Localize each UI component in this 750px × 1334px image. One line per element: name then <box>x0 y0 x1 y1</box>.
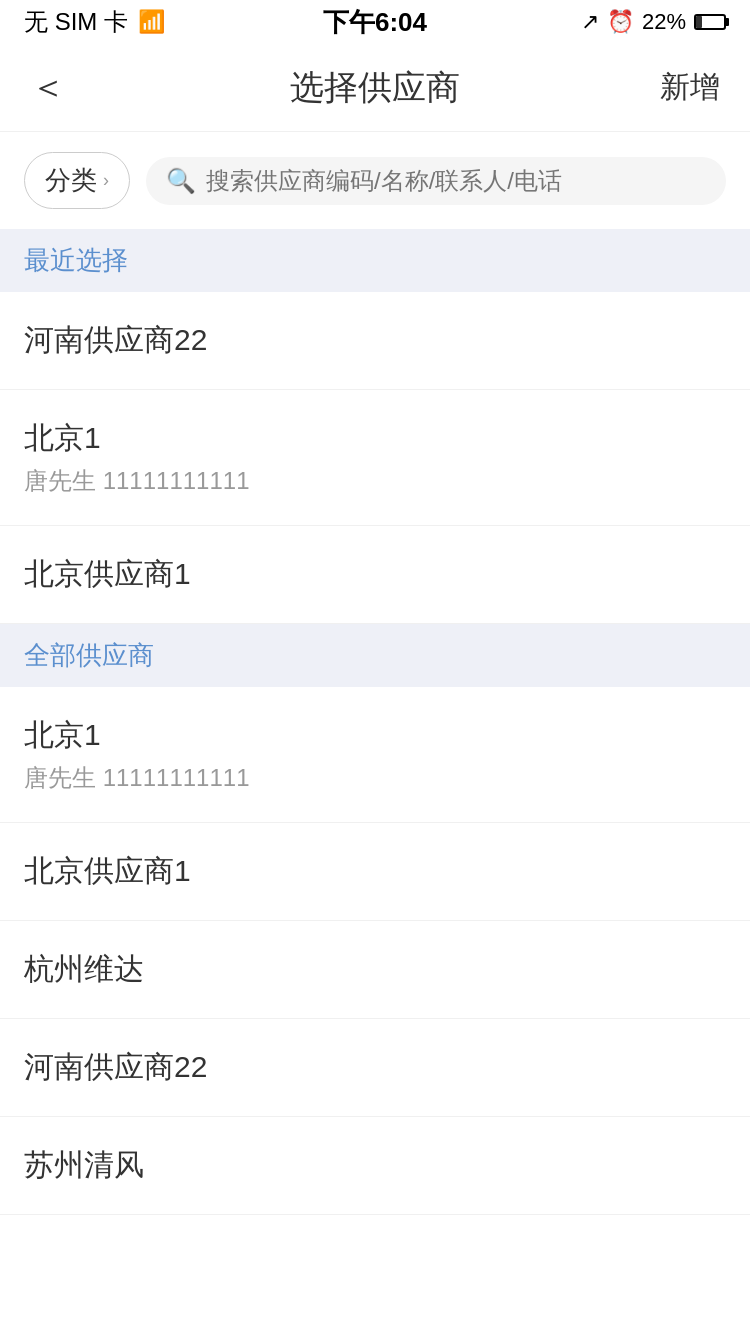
list-item[interactable]: 河南供应商22 <box>0 292 750 390</box>
list-item[interactable]: 北京1 唐先生 11111111111 <box>0 390 750 526</box>
all-items-list: 北京1 唐先生 11111111111 北京供应商1 杭州维达 河南供应商22 … <box>0 687 750 1215</box>
battery-percent: 22% <box>642 9 686 35</box>
list-item[interactable]: 杭州维达 <box>0 921 750 1019</box>
category-button[interactable]: 分类 › <box>24 152 130 209</box>
back-button[interactable]: ＜ <box>30 63 90 112</box>
recent-section-label: 最近选择 <box>24 245 128 275</box>
search-box: 🔍 <box>146 157 726 205</box>
recent-section-header: 最近选择 <box>0 229 750 292</box>
sim-status: 无 SIM 卡 <box>24 6 128 38</box>
list-item[interactable]: 河南供应商22 <box>0 1019 750 1117</box>
status-time: 下午6:04 <box>323 5 427 40</box>
item-name: 北京1 <box>24 715 726 756</box>
item-subtitle: 唐先生 11111111111 <box>24 465 726 497</box>
list-item[interactable]: 北京供应商1 <box>0 823 750 921</box>
item-subtitle: 唐先生 11111111111 <box>24 762 726 794</box>
all-section-label: 全部供应商 <box>24 640 154 670</box>
item-name: 苏州清风 <box>24 1145 726 1186</box>
nav-bar: ＜ 选择供应商 新增 <box>0 44 750 132</box>
status-bar: 无 SIM 卡 📶 下午6:04 ↗ ⏰ 22% <box>0 0 750 44</box>
item-name: 北京1 <box>24 418 726 459</box>
item-name: 杭州维达 <box>24 949 726 990</box>
search-input[interactable] <box>206 167 706 195</box>
category-label: 分类 <box>45 163 97 198</box>
item-name: 河南供应商22 <box>24 1047 726 1088</box>
status-right: ↗ ⏰ 22% <box>581 9 726 35</box>
item-name: 北京供应商1 <box>24 554 726 595</box>
list-item[interactable]: 北京供应商1 <box>0 526 750 624</box>
page-title: 选择供应商 <box>290 65 460 111</box>
item-name: 河南供应商22 <box>24 320 726 361</box>
wifi-icon: 📶 <box>138 9 165 35</box>
filter-bar: 分类 › 🔍 <box>0 132 750 229</box>
list-item[interactable]: 苏州清风 <box>0 1117 750 1215</box>
all-section-header: 全部供应商 <box>0 624 750 687</box>
alarm-icon: ⏰ <box>607 9 634 35</box>
search-icon: 🔍 <box>166 167 196 195</box>
list-item[interactable]: 北京1 唐先生 11111111111 <box>0 687 750 823</box>
add-button[interactable]: 新增 <box>660 67 720 108</box>
location-icon: ↗ <box>581 9 599 35</box>
item-name: 北京供应商1 <box>24 851 726 892</box>
battery-icon <box>694 14 726 30</box>
status-left: 无 SIM 卡 📶 <box>24 6 165 38</box>
battery-fill <box>696 16 702 28</box>
recent-items-list: 河南供应商22 北京1 唐先生 11111111111 北京供应商1 <box>0 292 750 624</box>
chevron-right-icon: › <box>103 170 109 191</box>
